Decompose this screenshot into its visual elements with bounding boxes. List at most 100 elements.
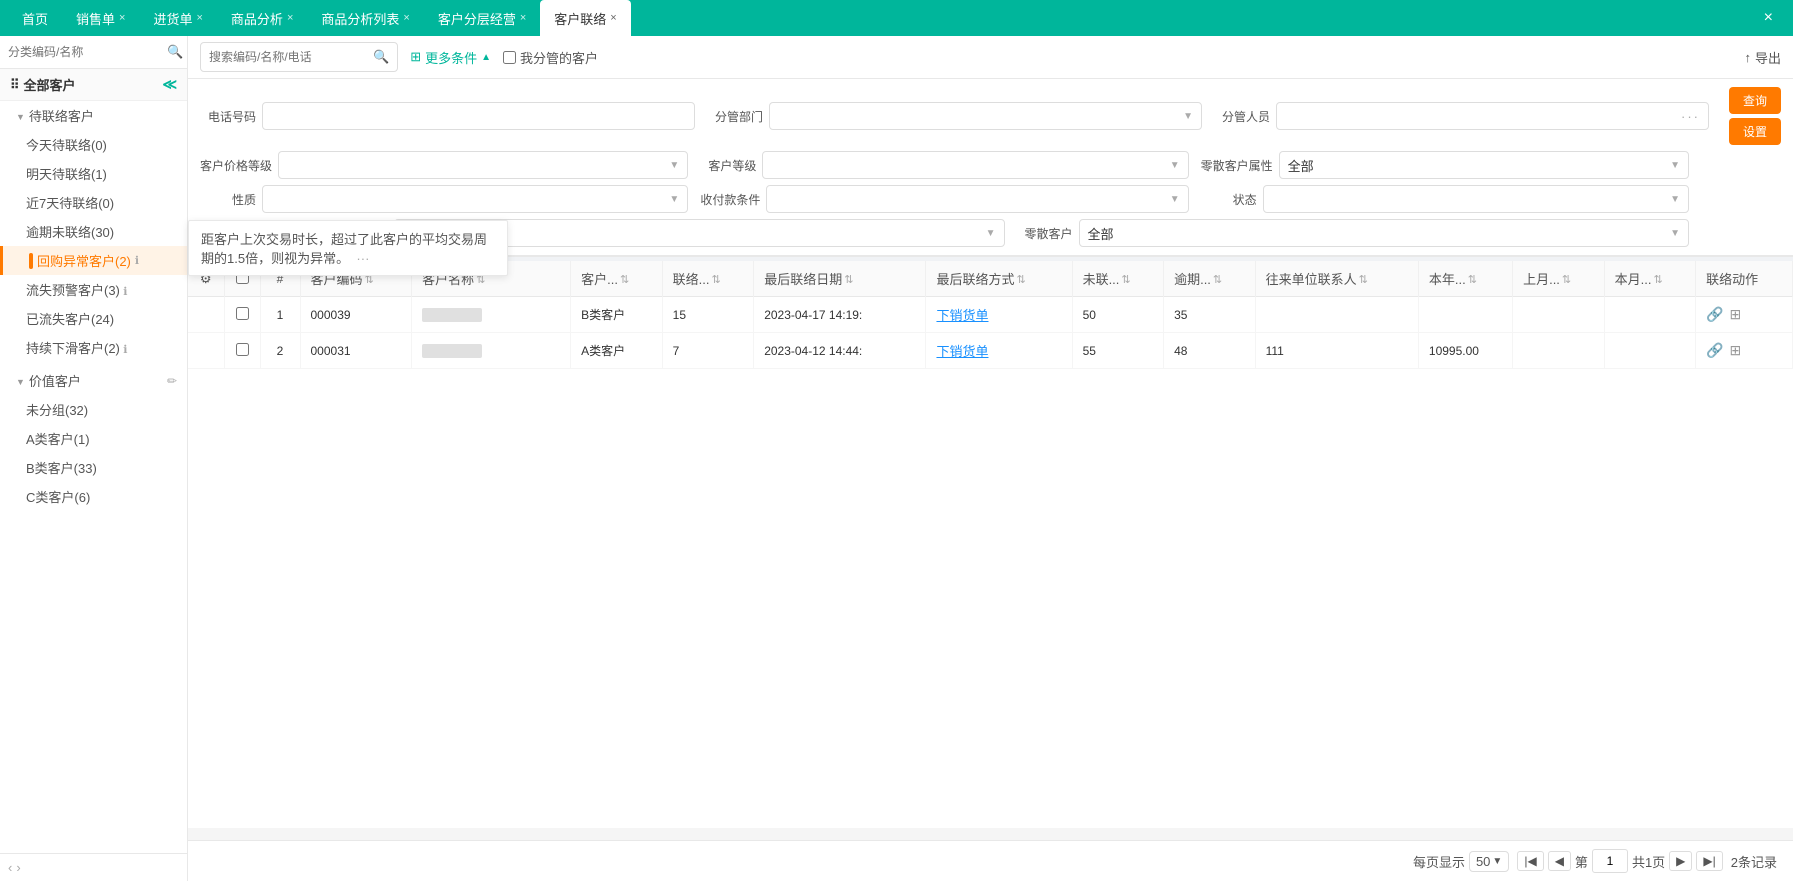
nav-purchase[interactable]: 进货单 × xyxy=(139,0,216,36)
my-customers-checkbox-area[interactable]: 我分管的客户 xyxy=(503,48,598,67)
row1-link-icon[interactable]: 🔗 xyxy=(1706,306,1723,323)
sidebar-item-ungroup[interactable]: 未分组(32) xyxy=(0,395,187,424)
prev-page-btn[interactable]: ◀ xyxy=(1548,851,1571,871)
person-select[interactable]: ··· xyxy=(1276,102,1709,130)
right-arrow[interactable]: › xyxy=(16,860,20,875)
settings-button[interactable]: 设置 xyxy=(1729,118,1781,145)
col-contact-count[interactable]: 联络... xyxy=(662,261,754,297)
col-uncontacted[interactable]: 未联... xyxy=(1072,261,1164,297)
nav-sales[interactable]: 销售单 × xyxy=(62,0,139,36)
sort-year[interactable] xyxy=(1468,271,1477,286)
sidebar-item-a-class[interactable]: A类客户(1) xyxy=(0,424,187,453)
search-icon[interactable]: 🔍 xyxy=(373,49,389,65)
filter-status: 状态 ▼ xyxy=(1201,185,1689,213)
retail-customer-select[interactable]: 全部 ▼ xyxy=(1079,219,1690,247)
close-all-button[interactable]: × xyxy=(1752,9,1785,27)
col-last-method[interactable]: 最后联络方式 xyxy=(926,261,1072,297)
col-contacts[interactable]: 往来单位联系人 xyxy=(1255,261,1418,297)
all-customers-header[interactable]: ⠿ 全部客户 ≪ xyxy=(0,69,187,101)
sidebar-item-declining[interactable]: 持续下滑客户(2) ℹ xyxy=(0,333,187,362)
sort-type[interactable] xyxy=(620,271,629,286)
horizontal-scrollbar[interactable] xyxy=(188,828,1793,840)
search-box[interactable]: 🔍 xyxy=(200,42,398,72)
nav-customer-ops[interactable]: 客户分层经营 × xyxy=(424,0,540,36)
sidebar-search-box[interactable]: 🔍 xyxy=(0,36,187,69)
row1-checkbox[interactable] xyxy=(224,297,260,333)
sort-last-month[interactable] xyxy=(1562,271,1571,286)
nav-close-purchase[interactable]: × xyxy=(196,12,202,24)
left-arrow[interactable]: ‹ xyxy=(8,860,12,875)
row1-code[interactable]: 000039 xyxy=(300,297,412,333)
nav-close-customer-ops[interactable]: × xyxy=(520,12,526,24)
sort-uncontacted[interactable] xyxy=(1121,271,1130,286)
pending-contact-group[interactable]: 待联络客户 xyxy=(0,101,187,130)
sidebar-collapse-btn[interactable]: ≪ xyxy=(162,76,177,93)
export-button[interactable]: ↑ 导出 xyxy=(1744,48,1781,67)
page-size-select[interactable]: 50 ▼ xyxy=(1469,851,1509,872)
sidebar-item-lost-warning[interactable]: 流失预警客户(3) ℹ xyxy=(0,275,187,304)
filter-retail-customer: 零散客户 全部 ▼ xyxy=(1017,219,1690,247)
col-overdue[interactable]: 逾期... xyxy=(1164,261,1256,297)
value-customers-group[interactable]: 价值客户 ✏ xyxy=(0,366,187,395)
sort-last-date[interactable] xyxy=(844,271,853,286)
sidebar-item-7days[interactable]: 近7天待联络(0) xyxy=(0,188,187,217)
col-last-month[interactable]: 上月... xyxy=(1513,261,1605,297)
my-customers-checkbox[interactable] xyxy=(503,51,516,64)
sort-contact-count[interactable] xyxy=(712,271,721,286)
sort-this-month[interactable] xyxy=(1653,271,1662,286)
nav-home[interactable]: 首页 xyxy=(8,0,62,36)
nav-close-product-analysis[interactable]: × xyxy=(287,12,293,24)
row2-check[interactable] xyxy=(236,343,249,356)
nav-product-analysis[interactable]: 商品分析 × xyxy=(217,0,307,36)
col-last-date[interactable]: 最后联络日期 xyxy=(754,261,926,297)
pagination-bar: 每页显示 50 ▼ |◀ ◀ 第 共1页 ▶ ▶| 2条记录 xyxy=(188,840,1793,881)
nav-close-product-list[interactable]: × xyxy=(403,12,409,24)
row2-grid-icon[interactable]: ⊞ xyxy=(1730,342,1742,359)
dept-select[interactable]: ▼ xyxy=(769,102,1202,130)
sort-last-method[interactable] xyxy=(1016,271,1025,286)
nav-close-sales[interactable]: × xyxy=(119,12,125,24)
sidebar-item-overdue[interactable]: 逾期未联络(30) xyxy=(0,217,187,246)
customer-level-select[interactable]: ▼ xyxy=(762,151,1188,179)
nav-close-customer-contact[interactable]: × xyxy=(610,12,616,24)
first-page-btn[interactable]: |◀ xyxy=(1517,851,1543,871)
col-this-month[interactable]: 本月... xyxy=(1604,261,1696,297)
row1-last-method[interactable]: 下销货单 xyxy=(926,297,1072,333)
sidebar-item-already-lost[interactable]: 已流失客户(24) xyxy=(0,304,187,333)
query-button[interactable]: 查询 xyxy=(1729,87,1781,114)
search-input[interactable] xyxy=(209,50,369,64)
sidebar-search-icon[interactable]: 🔍 xyxy=(167,44,183,60)
last-page-btn[interactable]: ▶| xyxy=(1696,851,1722,871)
sidebar-item-b-class[interactable]: B类客户(33) xyxy=(0,453,187,482)
retail-attr-select[interactable]: 全部 ▼ xyxy=(1279,151,1689,179)
edit-icon[interactable]: ✏ xyxy=(167,374,177,388)
row1-check[interactable] xyxy=(236,307,249,320)
row2-name[interactable] xyxy=(412,333,571,369)
more-conditions-btn[interactable]: ⊞ 更多条件 ▲ xyxy=(410,48,491,67)
status-select[interactable]: ▼ xyxy=(1263,185,1689,213)
nav-customer-contact[interactable]: 客户联络 × xyxy=(540,0,630,36)
nav-product-list[interactable]: 商品分析列表 × xyxy=(307,0,423,36)
row2-code[interactable]: 000031 xyxy=(300,333,412,369)
sort-contacts[interactable] xyxy=(1359,271,1368,286)
col-year[interactable]: 本年... xyxy=(1418,261,1512,297)
page-input[interactable] xyxy=(1592,849,1628,873)
row2-last-method[interactable]: 下销货单 xyxy=(926,333,1072,369)
price-level-select[interactable]: ▼ xyxy=(278,151,688,179)
col-type[interactable]: 客户... xyxy=(571,261,663,297)
sidebar-search-input[interactable] xyxy=(8,45,163,59)
payment-select[interactable]: ▼ xyxy=(766,185,1188,213)
person-dots[interactable]: ··· xyxy=(1681,109,1700,124)
sort-overdue[interactable] xyxy=(1213,271,1222,286)
row2-link-icon[interactable]: 🔗 xyxy=(1706,342,1723,359)
sidebar-item-today[interactable]: 今天待联络(0) xyxy=(0,130,187,159)
gender-select[interactable]: ▼ xyxy=(262,185,688,213)
row2-checkbox[interactable] xyxy=(224,333,260,369)
sidebar-item-tomorrow[interactable]: 明天待联络(1) xyxy=(0,159,187,188)
sidebar-item-repurchase-abnormal[interactable]: 回购异常客户(2) ℹ xyxy=(0,246,187,275)
phone-input[interactable] xyxy=(262,102,695,130)
row1-name[interactable] xyxy=(412,297,571,333)
next-page-btn[interactable]: ▶ xyxy=(1669,851,1692,871)
sidebar-item-c-class[interactable]: C类客户(6) xyxy=(0,482,187,511)
row1-grid-icon[interactable]: ⊞ xyxy=(1730,306,1742,323)
